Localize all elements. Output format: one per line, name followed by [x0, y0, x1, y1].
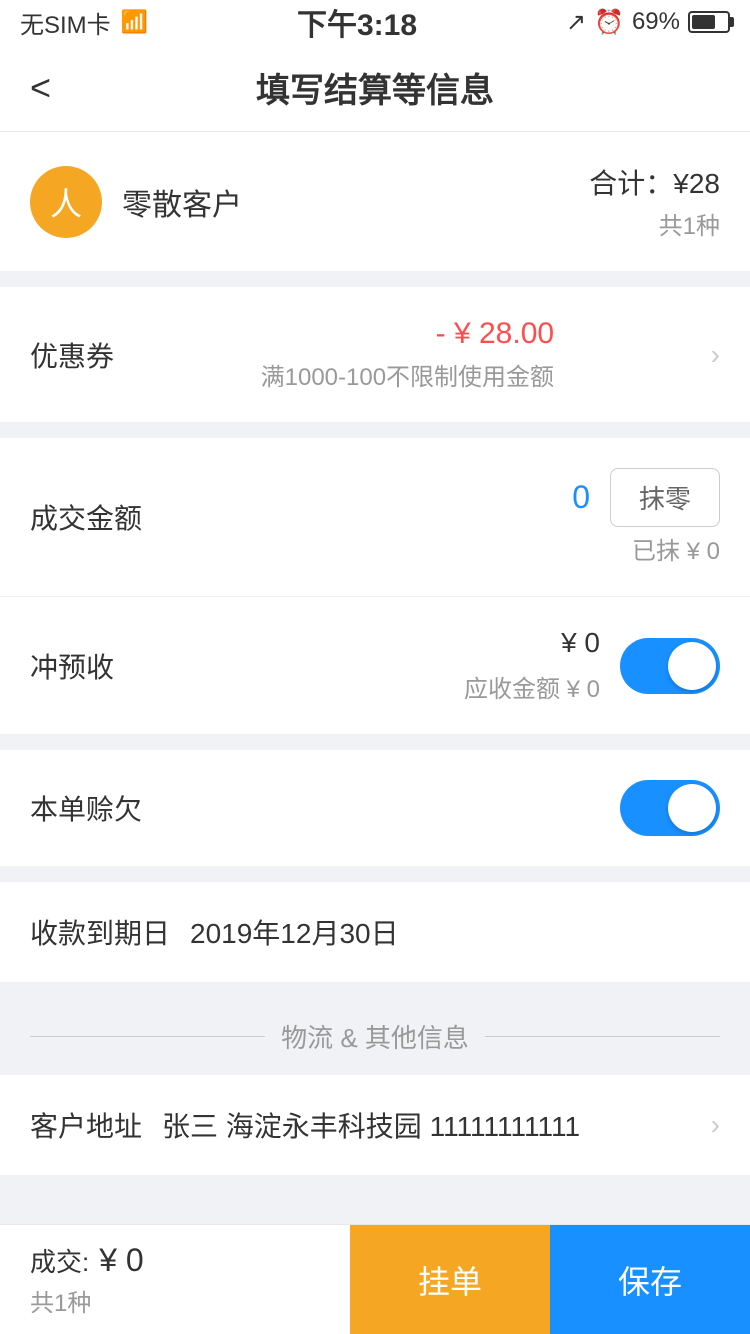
address-section[interactable]: 客户地址 张三 海淀永丰科技园 11111111111 ›	[0, 1075, 750, 1175]
receivable-label: 应收金额 ¥ 0	[464, 669, 600, 704]
status-left: 无SIM卡 📶	[20, 5, 148, 40]
logistics-label: 物流 & 其他信息	[281, 1018, 469, 1055]
round-zero-button[interactable]: 抹零	[610, 468, 720, 527]
due-date-section: 收款到期日 2019年12月30日	[0, 882, 750, 982]
customer-right: 合计：¥28 共1种	[589, 162, 720, 241]
prepayment-value: ¥ 0	[561, 627, 600, 659]
round-zero-sub: 已抹 ¥ 0	[632, 531, 720, 566]
address-label: 客户地址	[30, 1105, 142, 1145]
coupon-label: 优惠券	[30, 335, 114, 375]
logistics-line-right	[485, 1036, 720, 1037]
pending-button[interactable]: 挂单	[350, 1225, 550, 1334]
debt-label: 本单赊欠	[30, 788, 142, 828]
location-icon: ↗	[566, 8, 586, 37]
due-date-value[interactable]: 2019年12月30日	[190, 912, 399, 952]
logistics-line-left	[30, 1036, 265, 1037]
bottom-buttons: 挂单 保存	[350, 1225, 750, 1334]
customer-name: 零散客户	[122, 180, 242, 224]
due-date-row: 收款到期日 2019年12月30日	[30, 912, 720, 952]
total-amount: 合计：¥28	[589, 162, 720, 202]
transaction-amount-right: 0 抹零 已抹 ¥ 0	[572, 468, 720, 566]
debt-toggle-thumb	[668, 784, 716, 832]
total-count: 共1种	[589, 206, 720, 241]
coupon-discount: - ¥ 28.00	[261, 317, 554, 351]
status-bar: 无SIM卡 📶 下午3:18 ↗ ⏰ 69%	[0, 0, 750, 44]
battery-percent: 69%	[632, 8, 680, 36]
avatar: 人	[30, 166, 102, 238]
wifi-icon: 📶	[121, 9, 148, 35]
bottom-bar: 成交: ¥ 0 共1种 挂单 保存	[0, 1224, 750, 1334]
nav-bar: < 填写结算等信息	[0, 44, 750, 132]
save-button[interactable]: 保存	[550, 1225, 750, 1334]
battery-icon	[688, 11, 730, 33]
address-chevron-icon: ›	[711, 1109, 720, 1141]
status-time: 下午3:18	[297, 0, 417, 44]
customer-left: 人 零散客户	[30, 166, 242, 238]
coupon-row[interactable]: 优惠券 - ¥ 28.00 满1000-100不限制使用金额 ›	[0, 287, 750, 422]
prepayment-label: 冲预收	[30, 646, 114, 686]
prepayment-toggle-track[interactable]	[620, 638, 720, 694]
prepayment-toggle-thumb	[668, 642, 716, 690]
debt-section: 本单赊欠	[0, 750, 750, 866]
logistics-header: 物流 & 其他信息	[0, 998, 750, 1075]
debt-toggle[interactable]	[620, 780, 720, 836]
prepayment-values: ¥ 0 应收金额 ¥ 0	[464, 627, 600, 704]
alarm-icon: ⏰	[594, 8, 624, 37]
due-date-label: 收款到期日	[30, 912, 170, 952]
debt-toggle-track[interactable]	[620, 780, 720, 836]
bottom-count: 共1种	[30, 1283, 320, 1318]
back-button[interactable]: <	[30, 67, 51, 109]
bottom-total-label: 成交:	[30, 1242, 89, 1279]
bottom-amount: ¥ 0	[99, 1242, 143, 1279]
carrier-text: 无SIM卡	[20, 5, 111, 40]
transaction-amount-value[interactable]: 0	[572, 479, 590, 516]
address-value: 张三 海淀永丰科技园 11111111111	[162, 1105, 701, 1145]
content: 人 零散客户 合计：¥28 共1种 优惠券 - ¥ 28.00 满1000-10…	[0, 132, 750, 1311]
prepayment-toggle[interactable]	[620, 638, 720, 694]
amount-section: 成交金额 0 抹零 已抹 ¥ 0 冲预收 ¥ 0 应收金额 ¥ 0	[0, 438, 750, 734]
status-right: ↗ ⏰ 69%	[566, 8, 730, 37]
coupon-right: - ¥ 28.00 满1000-100不限制使用金额	[261, 317, 554, 392]
bottom-info: 成交: ¥ 0 共1种	[0, 1242, 350, 1318]
coupon-description: 满1000-100不限制使用金额	[261, 357, 554, 392]
chevron-right-icon: ›	[711, 339, 720, 371]
transaction-amount-label: 成交金额	[30, 497, 142, 537]
page-title: 填写结算等信息	[256, 63, 494, 112]
customer-row: 人 零散客户 合计：¥28 共1种	[0, 132, 750, 271]
prepayment-row: 冲预收 ¥ 0 应收金额 ¥ 0	[0, 597, 750, 734]
transaction-amount-row: 成交金额 0 抹零 已抹 ¥ 0	[0, 438, 750, 597]
